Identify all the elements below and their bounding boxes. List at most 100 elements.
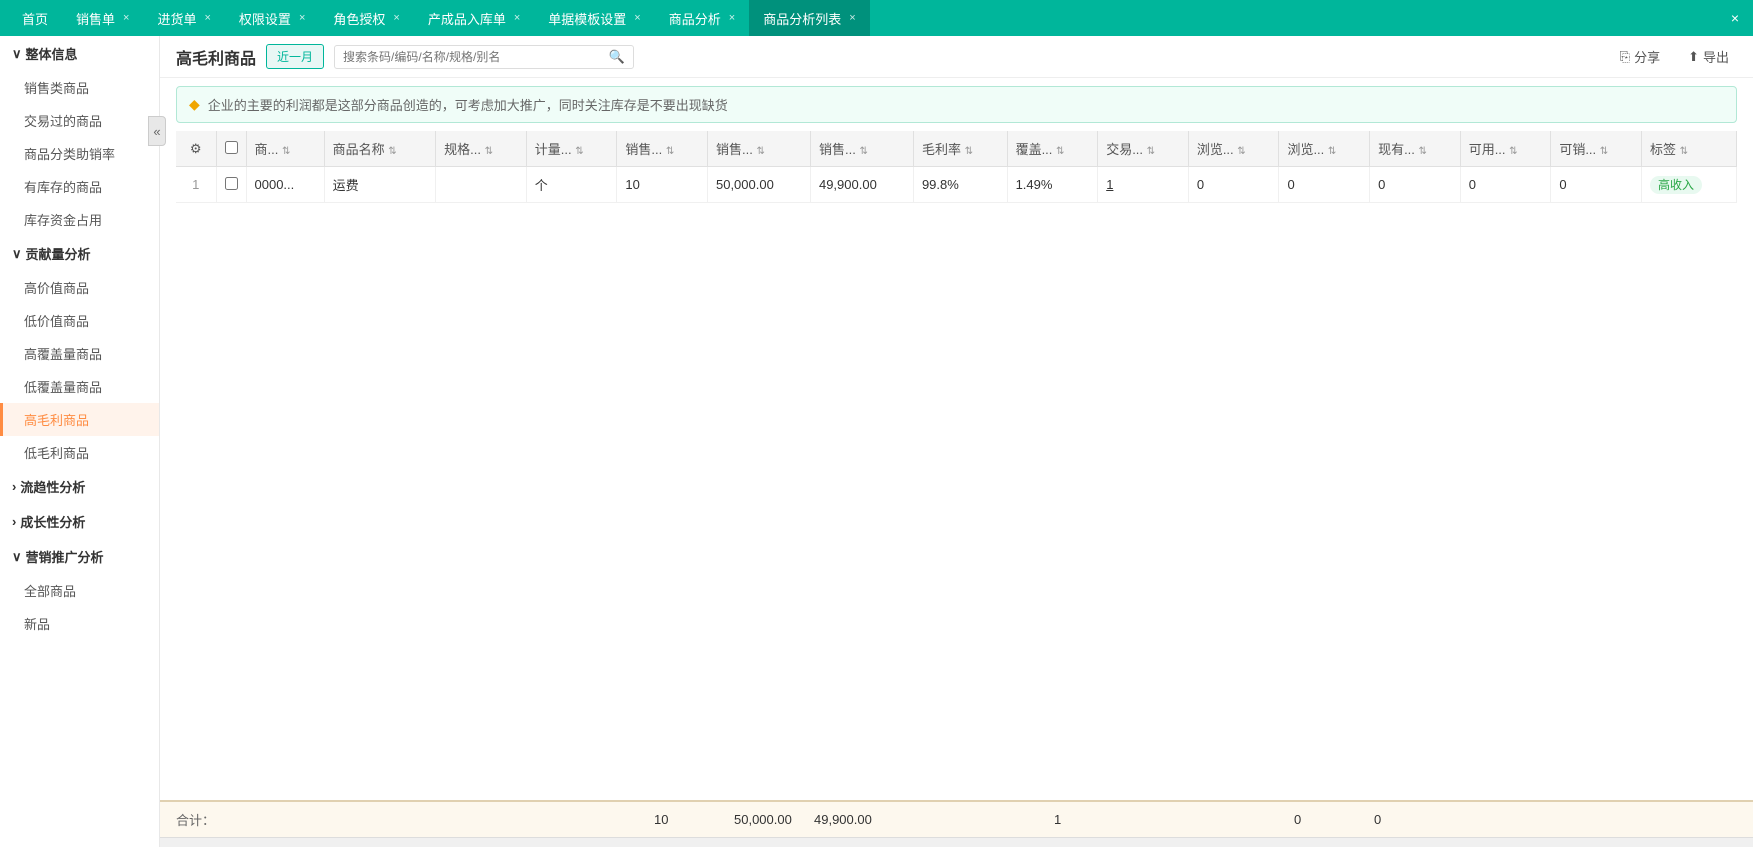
search-box: 🔍 <box>334 45 634 69</box>
th-code[interactable]: 商... ⇅ <box>246 131 324 167</box>
sidebar-item-high-coverage[interactable]: 高覆盖量商品 <box>0 337 159 370</box>
close-icon[interactable]: × <box>393 12 399 24</box>
sort-icon: ⇅ <box>1147 146 1155 157</box>
search-input[interactable] <box>343 50 603 64</box>
th-settings[interactable]: ⚙ <box>176 131 216 167</box>
row-checkbox[interactable] <box>216 167 246 203</box>
row-coverage: 1.49% <box>1007 167 1098 203</box>
nav-template-settings[interactable]: 单据模板设置 × <box>534 0 654 36</box>
row-gross-rate: 99.8% <box>913 167 1007 203</box>
th-tag[interactable]: 标签 ⇅ <box>1641 131 1736 167</box>
sidebar-section-overall[interactable]: ∨ 整体信息 <box>0 36 159 71</box>
window-close-button[interactable]: × <box>1725 8 1745 28</box>
th-checkbox[interactable] <box>216 131 246 167</box>
row-tag: 高收入 <box>1641 167 1736 203</box>
close-icon[interactable]: × <box>729 12 735 24</box>
close-icon[interactable]: × <box>123 12 129 24</box>
sidebar-item-low-margin[interactable]: 低毛利商品 <box>0 436 159 469</box>
sidebar-collapse-button[interactable]: « <box>148 116 166 146</box>
sidebar-item-in-stock-goods[interactable]: 有库存的商品 <box>0 170 159 203</box>
table-row: 1 0000... 运费 个 10 50,000.00 49,900.00 99… <box>176 167 1737 203</box>
th-sale-qty[interactable]: 销售... ⇅ <box>617 131 708 167</box>
export-button[interactable]: ⬆ 导出 <box>1680 44 1737 69</box>
nav-sales-order[interactable]: 销售单 × <box>62 0 143 36</box>
nav-permission-settings[interactable]: 权限设置 × <box>225 0 319 36</box>
sidebar-section-growth[interactable]: › 成长性分析 <box>0 504 159 539</box>
footer-summary: 合计： 10 50,000.00 49,900.00 1 0 0 <box>160 800 1753 837</box>
th-name[interactable]: 商品名称 ⇅ <box>324 131 436 167</box>
header-actions: ⎘ 分享 ⬆ 导出 <box>1612 44 1737 69</box>
nav-role-auth[interactable]: 角色授权 × <box>319 0 413 36</box>
th-sale-amt[interactable]: 销售... ⇅ <box>707 131 810 167</box>
sort-icon: ⇅ <box>1328 146 1336 157</box>
sidebar-item-high-margin[interactable]: 高毛利商品 <box>0 403 159 436</box>
row-unit: 个 <box>526 167 617 203</box>
th-trade[interactable]: 交易... ⇅ <box>1098 131 1189 167</box>
search-icon[interactable]: 🔍 <box>609 49 625 65</box>
sidebar-section-flow[interactable]: › 流趋性分析 <box>0 469 159 504</box>
row-select-checkbox[interactable] <box>225 177 238 190</box>
sort-icon: ⇅ <box>965 146 973 157</box>
th-gross-rate[interactable]: 毛利率 ⇅ <box>913 131 1007 167</box>
sidebar-item-high-value[interactable]: 高价值商品 <box>0 271 159 304</box>
sort-icon: ⇅ <box>1600 146 1608 157</box>
th-unit[interactable]: 计量... ⇅ <box>526 131 617 167</box>
time-filter-button[interactable]: 近一月 <box>266 44 324 69</box>
sidebar-item-low-coverage[interactable]: 低覆盖量商品 <box>0 370 159 403</box>
nav-product-analysis[interactable]: 商品分析 × <box>655 0 749 36</box>
bottom-scrollbar[interactable] <box>160 837 1753 847</box>
th-view1[interactable]: 浏览... ⇅ <box>1188 131 1279 167</box>
close-icon[interactable]: × <box>299 12 305 24</box>
footer-trade: 1 <box>1046 812 1126 827</box>
sidebar-item-all-goods[interactable]: 全部商品 <box>0 574 159 607</box>
sort-icon: ⇅ <box>388 146 396 157</box>
th-saleable[interactable]: 可销... ⇅ <box>1551 131 1642 167</box>
table-container[interactable]: ⚙ 商... ⇅ 商品名称 ⇅ <box>160 131 1753 800</box>
nav-purchase-order[interactable]: 进货单 × <box>143 0 224 36</box>
footer-cells: 10 50,000.00 49,900.00 1 0 0 <box>236 812 1737 827</box>
sort-icon: ⇅ <box>1237 146 1245 157</box>
sort-icon: ⇅ <box>1680 146 1688 157</box>
footer-sale-profit: 49,900.00 <box>806 812 886 827</box>
th-coverage[interactable]: 覆盖... ⇅ <box>1007 131 1098 167</box>
sort-icon: ⇅ <box>1056 146 1064 157</box>
sidebar: ∨ 整体信息 销售类商品 交易过的商品 商品分类助销率 有库存的商品 库存资金占… <box>0 36 160 847</box>
sort-icon: ⇅ <box>485 146 493 157</box>
close-icon[interactable]: × <box>849 12 855 24</box>
th-available[interactable]: 可用... ⇅ <box>1460 131 1551 167</box>
close-icon[interactable]: × <box>514 12 520 24</box>
sidebar-section-marketing[interactable]: ∨ 营销推广分析 <box>0 539 159 574</box>
close-icon[interactable]: × <box>204 12 210 24</box>
footer-available: 0 <box>1366 812 1446 827</box>
row-saleable: 0 <box>1551 167 1642 203</box>
row-spec <box>436 167 527 203</box>
close-icon[interactable]: × <box>634 12 640 24</box>
footer-sale-amt: 50,000.00 <box>726 812 806 827</box>
sidebar-item-low-value[interactable]: 低价值商品 <box>0 304 159 337</box>
share-button[interactable]: ⎘ 分享 <box>1612 44 1668 69</box>
sidebar-item-new-goods[interactable]: 新品 <box>0 607 159 640</box>
sort-icon: ⇅ <box>1419 146 1427 157</box>
row-current: 0 <box>1370 167 1461 203</box>
sort-icon: ⇅ <box>282 146 290 157</box>
th-view2[interactable]: 浏览... ⇅ <box>1279 131 1370 167</box>
row-code: 0000... <box>246 167 324 203</box>
sidebar-item-category-sales-rate[interactable]: 商品分类助销率 <box>0 137 159 170</box>
row-sale-profit: 49,900.00 <box>810 167 913 203</box>
th-current[interactable]: 现有... ⇅ <box>1370 131 1461 167</box>
nav-finished-goods[interactable]: 产成品入库单 × <box>414 0 534 36</box>
sidebar-item-stock-capital[interactable]: 库存资金占用 <box>0 203 159 236</box>
row-sale-qty: 10 <box>617 167 708 203</box>
nav-home[interactable]: 首页 <box>8 0 62 36</box>
sidebar-item-sales-goods[interactable]: 销售类商品 <box>0 71 159 104</box>
th-spec[interactable]: 规格... ⇅ <box>436 131 527 167</box>
nav-product-analysis-list[interactable]: 商品分析列表 × <box>749 0 869 36</box>
sidebar-item-traded-goods[interactable]: 交易过的商品 <box>0 104 159 137</box>
row-trade[interactable]: 1 <box>1098 167 1189 203</box>
select-all-checkbox[interactable] <box>225 141 238 154</box>
info-banner: ◆ 企业的主要的利润都是这部分商品创造的，可考虑加大推广，同时关注库存是不要出现… <box>176 86 1737 123</box>
top-navigation: 首页 销售单 × 进货单 × 权限设置 × 角色授权 × 产成品入库单 × 单据… <box>0 0 1753 36</box>
row-available: 0 <box>1460 167 1551 203</box>
th-sale-profit[interactable]: 销售... ⇅ <box>810 131 913 167</box>
sidebar-section-contribution[interactable]: ∨ 贡献量分析 <box>0 236 159 271</box>
